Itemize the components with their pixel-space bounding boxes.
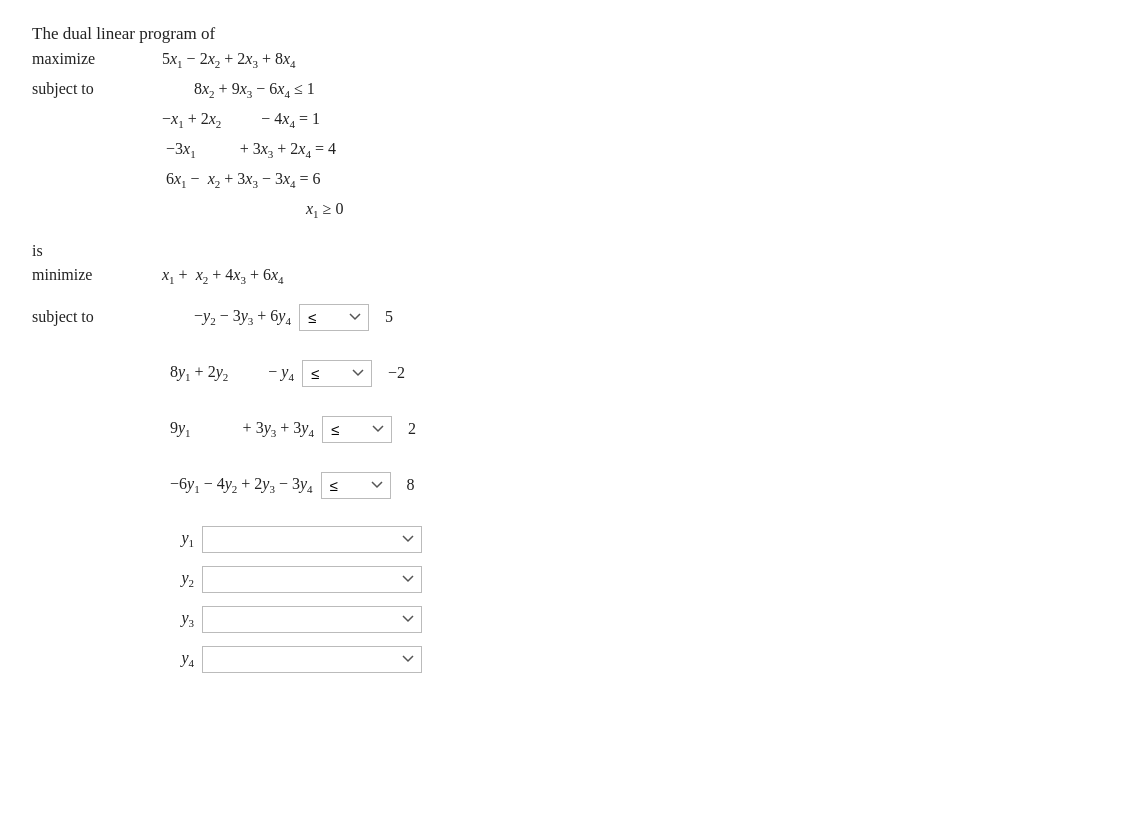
primal-constraint-1: 8x2 + 9x3 − 6x4 ≤ 1 [162,80,1097,100]
dual-constraint-row-4: −6y1 − 4y2 + 2y3 − 3y4 ≤ ≥ = 8 [32,464,1097,506]
var-label-y1: y1 [162,529,194,549]
var-row-y2: y2 ≥ 0 ≤ 0 free [162,560,1097,598]
primal-constraint-row-1: subject to 8x2 + 9x3 − 6x4 ≤ 1 [32,80,1097,108]
primal-constraint-row-3: −3x1 + 3x3 + 2x4 = 4 [32,140,1097,168]
minimize-row: minimize x1 + x2 + 4x3 + 6x4 [32,266,1097,294]
primal-constraint-4: 6x1 − x2 + 3x3 − 3x4 = 6 [162,170,1097,190]
dual-constraint-3-relation[interactable]: ≤ ≥ = [322,416,392,443]
primal-constraint-row-5: x1 ≥ 0 [32,200,1097,228]
var-label-y3: y3 [162,609,194,629]
subject-to-label-1: subject to [32,80,162,98]
primal-constraint-2: −x1 + 2x2 − 4x4 = 1 [162,110,1097,130]
maximize-row: maximize 5x1 − 2x2 + 2x3 + 8x4 [32,50,1097,78]
dual-objective: x1 + x2 + 4x3 + 6x4 [162,266,1097,286]
var-y2-constraint[interactable]: ≥ 0 ≤ 0 free [202,566,422,593]
dual-constraint-4-rhs: 8 [407,476,437,494]
dual-constraint-2-relation[interactable]: ≤ ≥ = [302,360,372,387]
dual-constraint-expr-3: 9y1 + 3y3 + 3y4 [170,419,314,439]
var-row-y3: y3 ≥ 0 ≤ 0 free [162,600,1097,638]
primal-constraint-5: x1 ≥ 0 [162,200,1097,220]
dual-constraint-row-3: 9y1 + 3y3 + 3y4 ≤ ≥ = 2 [32,408,1097,450]
dual-constraint-expr-2: 8y1 + 2y2 − y4 [170,363,294,383]
dual-constraint-row-2: 8y1 + 2y2 − y4 ≤ ≥ = −2 [32,352,1097,394]
main-content: The dual linear program of maximize 5x1 … [32,24,1097,678]
maximize-label: maximize [32,50,162,68]
dual-constraint-expr-4: −6y1 − 4y2 + 2y3 − 3y4 [170,475,313,495]
primal-objective: 5x1 − 2x2 + 2x3 + 8x4 [162,50,1097,70]
var-label-y2: y2 [162,569,194,589]
var-row-y4: y4 ≥ 0 ≤ 0 free [162,640,1097,678]
intro-text: The dual linear program of [32,24,1097,44]
primal-constraint-row-2: −x1 + 2x2 − 4x4 = 1 [32,110,1097,138]
dual-lp: minimize x1 + x2 + 4x3 + 6x4 subject to … [32,266,1097,678]
is-separator: is [32,242,1097,260]
var-row-y1: y1 ≥ 0 ≤ 0 free [162,520,1097,558]
primal-lp: maximize 5x1 − 2x2 + 2x3 + 8x4 subject t… [32,50,1097,228]
primal-constraint-row-4: 6x1 − x2 + 3x3 − 3x4 = 6 [32,170,1097,198]
dual-constraint-expr-1: −y2 − 3y3 + 6y4 [170,307,291,327]
dual-constraint-row-1: subject to −y2 − 3y3 + 6y4 ≤ ≥ = 5 [32,296,1097,338]
var-y1-constraint[interactable]: ≥ 0 ≤ 0 free [202,526,422,553]
var-y3-constraint[interactable]: ≥ 0 ≤ 0 free [202,606,422,633]
dual-constraint-3-rhs: 2 [408,420,438,438]
var-label-y4: y4 [162,649,194,669]
dual-constraint-1-relation[interactable]: ≤ ≥ = [299,304,369,331]
dual-constraint-1-rhs: 5 [385,308,415,326]
dual-subject-to-label: subject to [32,308,162,326]
primal-constraint-3: −3x1 + 3x3 + 2x4 = 4 [162,140,1097,160]
minimize-label: minimize [32,266,162,284]
dual-constraint-2-rhs: −2 [388,364,418,382]
var-y4-constraint[interactable]: ≥ 0 ≤ 0 free [202,646,422,673]
dual-constraint-4-relation[interactable]: ≤ ≥ = [321,472,391,499]
